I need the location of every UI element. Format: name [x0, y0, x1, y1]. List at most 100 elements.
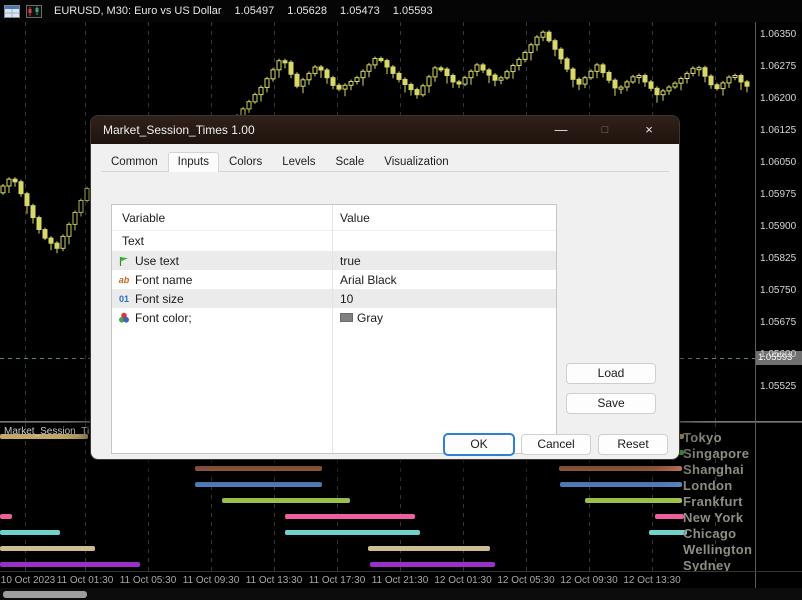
- metatrader-window: EURUSD, M30: Euro vs US Dollar 1.05497 1…: [0, 0, 802, 600]
- time-label: 12 Oct 05:30: [497, 575, 555, 586]
- price-label: 1.05750: [760, 285, 797, 296]
- session-row: Wellington: [0, 541, 755, 557]
- column-separator: [332, 205, 333, 453]
- close-button[interactable]: ×: [627, 116, 671, 144]
- ohlc-high: 1.05628: [287, 5, 328, 17]
- param-name: Font name: [135, 272, 193, 287]
- tab-common[interactable]: Common: [101, 152, 168, 171]
- param-row[interactable]: ab Font name Arial Black: [112, 270, 556, 289]
- session-row: Shanghai: [0, 461, 755, 477]
- price-label: 1.05675: [760, 317, 797, 328]
- session-row: London: [0, 477, 755, 493]
- param-value[interactable]: true: [340, 254, 361, 268]
- caption-buttons: — □ ×: [539, 116, 671, 144]
- dialog-titlebar[interactable]: Market_Session_Times 1.00 — □ ×: [91, 116, 679, 144]
- table-header: Variable Value: [112, 205, 556, 231]
- city-label-singapore: Singapore: [683, 446, 750, 461]
- session-bar: [284, 514, 416, 519]
- price-label: 1.05825: [760, 253, 797, 264]
- cancel-button[interactable]: Cancel: [521, 434, 591, 455]
- session-bar: [649, 530, 688, 535]
- session-bar: [0, 530, 61, 535]
- chart-type-icon[interactable]: [26, 4, 42, 18]
- session-bar: [284, 530, 420, 535]
- minimize-button[interactable]: —: [539, 116, 583, 144]
- param-row[interactable]: 01 Font size 10: [112, 289, 556, 308]
- column-header-variable: Variable: [122, 211, 166, 225]
- session-bar: [222, 498, 351, 503]
- param-value-text: Arial Black: [340, 272, 397, 287]
- group-row-text: Text: [112, 231, 556, 251]
- session-bar: [558, 466, 683, 471]
- tab-levels[interactable]: Levels: [272, 152, 325, 171]
- maximize-button[interactable]: □: [583, 116, 627, 144]
- tab-inputs[interactable]: Inputs: [167, 152, 219, 172]
- symbol-title: EURUSD, M30: Euro vs US Dollar: [54, 5, 222, 17]
- time-label: 11 Oct 17:30: [308, 575, 366, 586]
- session-bar: [194, 482, 322, 487]
- indicator-settings-dialog: Market_Session_Times 1.00 — □ × Common In…: [90, 115, 680, 460]
- properties-table[interactable]: Variable Value Text Use text true ab Font n…: [111, 204, 557, 454]
- time-label: 12 Oct 01:30: [434, 575, 492, 586]
- horizontal-scrollbar[interactable]: [0, 588, 802, 600]
- time-label: 12 Oct 09:30: [560, 575, 618, 586]
- scrollbar-thumb[interactable]: [3, 591, 87, 598]
- tab-scale[interactable]: Scale: [325, 152, 374, 171]
- param-name: Use text: [135, 253, 180, 268]
- window-menu-icon[interactable]: [4, 4, 20, 18]
- price-label: 1.05525: [760, 381, 797, 392]
- price-label: 1.06050: [760, 157, 797, 168]
- time-label: 10 Oct 2023: [0, 575, 56, 586]
- price-label: 1.06350: [760, 29, 797, 40]
- session-row: New York: [0, 509, 755, 525]
- city-label-tokyo: Tokyo: [683, 430, 722, 445]
- color-input-icon: [117, 312, 131, 324]
- session-bar: [655, 514, 684, 519]
- dialog-title: Market_Session_Times 1.00: [103, 123, 255, 137]
- session-row: Frankfurt: [0, 493, 755, 509]
- session-bar: [369, 562, 496, 567]
- time-label: 11 Oct 13:30: [245, 575, 303, 586]
- tab-colors[interactable]: Colors: [219, 152, 272, 171]
- price-label: 1.06125: [760, 125, 797, 136]
- tab-visualization[interactable]: Visualization: [374, 152, 458, 171]
- tab-bar: Common Inputs Colors Levels Scale Visualizati…: [101, 150, 669, 172]
- session-bar: [0, 546, 96, 551]
- session-bar: [367, 546, 490, 551]
- ok-button[interactable]: OK: [444, 434, 514, 455]
- city-label-sydney: Sydney: [683, 558, 732, 571]
- load-button[interactable]: Load: [566, 363, 656, 384]
- reset-button[interactable]: Reset: [598, 434, 668, 455]
- param-row[interactable]: Font color; Gray: [112, 308, 556, 327]
- param-value[interactable]: 10: [340, 292, 353, 306]
- session-bar: [560, 482, 683, 487]
- price-label: 1.05975: [760, 189, 797, 200]
- time-label: 11 Oct 05:30: [119, 575, 177, 586]
- time-label: 11 Oct 21:30: [371, 575, 429, 586]
- column-header-value: Value: [340, 211, 370, 225]
- param-value[interactable]: Gray: [340, 311, 383, 325]
- group-label: Text: [122, 234, 145, 248]
- time-axis[interactable]: 10 Oct 2023 11 Oct 01:30 11 Oct 05:30 11 Oc…: [0, 571, 802, 588]
- price-label: 1.05600: [760, 349, 797, 360]
- price-label: 1.05900: [760, 221, 797, 232]
- int-input-icon: 01: [118, 293, 129, 304]
- ohlc-open: 1.05497: [234, 5, 275, 17]
- session-bar: [194, 466, 322, 471]
- time-label: 11 Oct 01:30: [56, 575, 114, 586]
- price-label: 1.06275: [760, 61, 797, 72]
- param-value[interactable]: Arial Black: [340, 273, 397, 287]
- time-label: 11 Oct 09:30: [182, 575, 240, 586]
- ohlc-close: 1.05593: [392, 5, 433, 17]
- city-label-wellington: Wellington: [683, 542, 753, 557]
- session-row: Chicago: [0, 525, 755, 541]
- time-label: 12 Oct 13:30: [623, 575, 681, 586]
- string-input-icon: ab: [118, 274, 130, 285]
- save-button[interactable]: Save: [566, 393, 656, 414]
- city-label-new-york: New York: [683, 510, 744, 525]
- color-swatch: [340, 313, 353, 322]
- city-label-london: London: [683, 478, 733, 493]
- param-name: Font size: [135, 291, 184, 306]
- price-scale[interactable]: 1.05593 1.06350 1.06275 1.06200 1.06125 1.06…: [755, 22, 802, 588]
- param-row[interactable]: Use text true: [112, 251, 556, 270]
